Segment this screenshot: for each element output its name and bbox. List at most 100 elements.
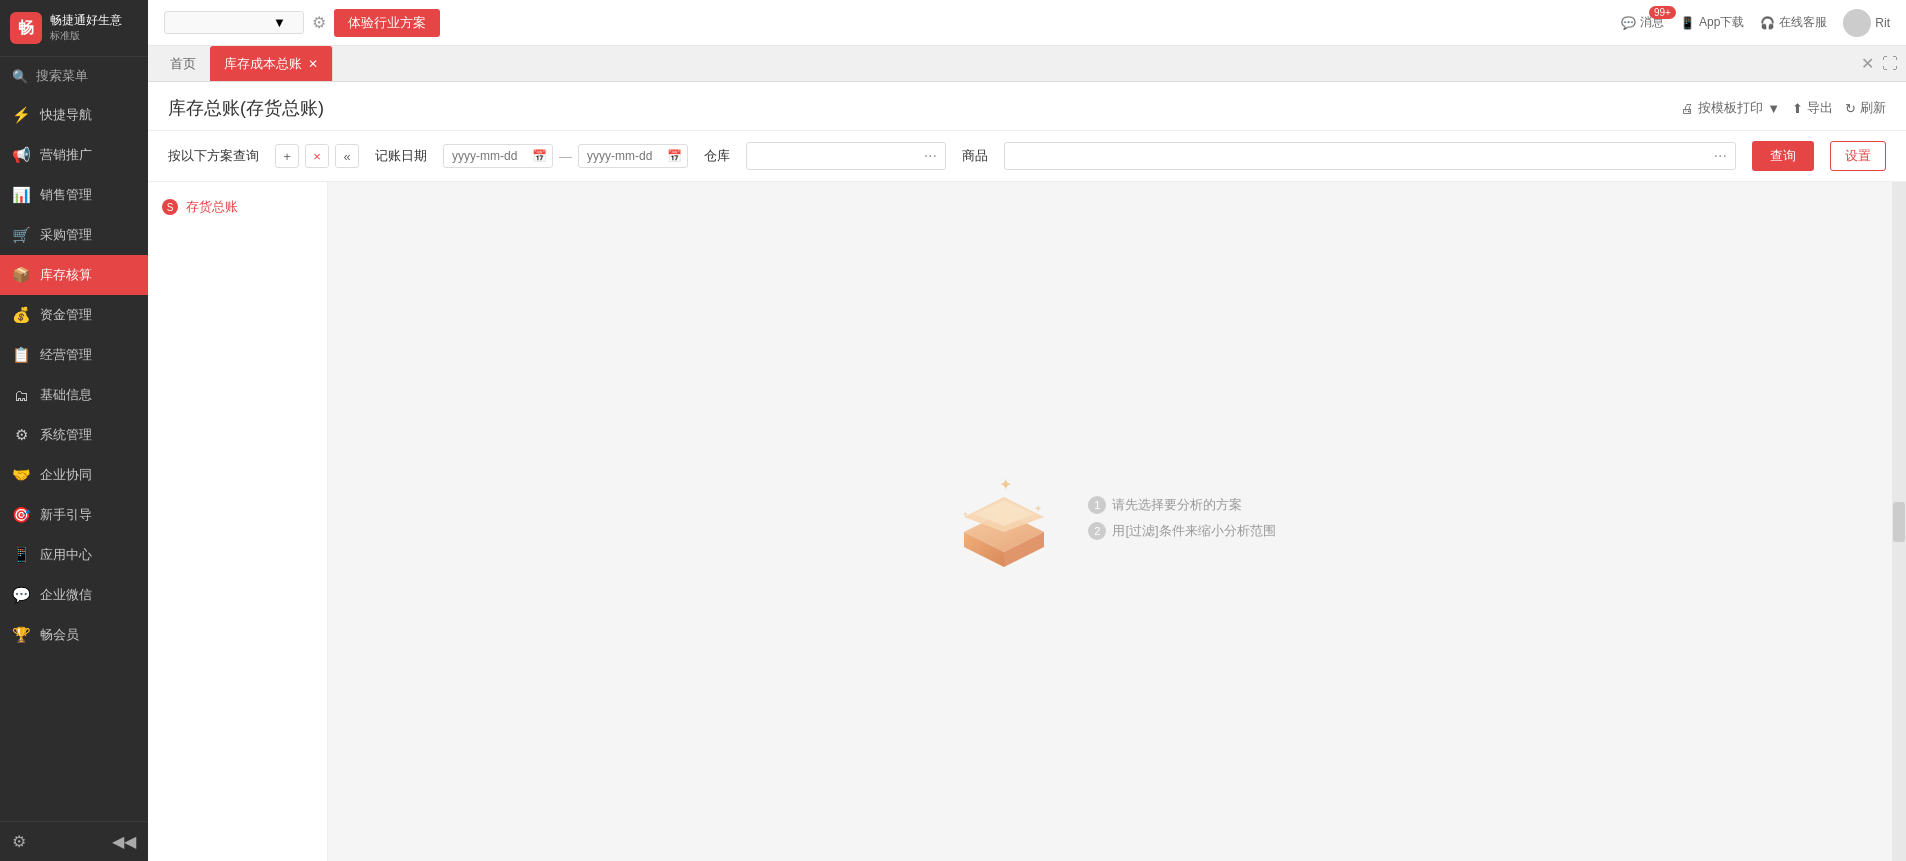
right-panel-handle[interactable] (1893, 502, 1905, 542)
date-start-input[interactable]: 📅 (443, 144, 553, 168)
user-info[interactable]: Rit (1843, 9, 1890, 37)
sidebar-item-label: 快捷导航 (40, 106, 92, 124)
print-template-btn[interactable]: 🖨 按模板打印 ▼ (1681, 99, 1780, 117)
warehouse-more-icon[interactable]: ··· (924, 147, 937, 165)
tip2-num: 2 (1088, 522, 1106, 540)
tab-close-icon[interactable]: ✕ (308, 57, 318, 71)
calendar-end-icon[interactable]: 📅 (667, 149, 682, 163)
sidebar-item-base-info[interactable]: 🗂 基础信息 (0, 375, 148, 415)
sidebar-item-label: 新手引导 (40, 506, 92, 524)
collapse-icon[interactable]: ◀◀ (112, 832, 136, 851)
date-start-field[interactable] (452, 149, 532, 163)
print-label: 按模板打印 (1698, 99, 1763, 117)
warehouse-input[interactable]: ··· (746, 142, 946, 170)
topbar-settings-icon[interactable]: ⚙ (312, 13, 326, 32)
svg-text:✦: ✦ (999, 476, 1012, 493)
product-label: 商品 (962, 147, 988, 165)
print-dropdown-icon: ▼ (1767, 101, 1780, 116)
app-logo: 畅 畅捷通好生意 标准版 (0, 0, 148, 57)
export-label: 导出 (1807, 99, 1833, 117)
settings-btn[interactable]: 设置 (1830, 141, 1886, 171)
sidebar-item-member[interactable]: 🏆 畅会员 (0, 615, 148, 655)
filter-collapse-icon[interactable]: « (335, 144, 359, 168)
svg-text:✦: ✦ (1034, 503, 1042, 514)
app-download-btn[interactable]: 📱 App下载 (1680, 14, 1744, 31)
filter-delete-icon[interactable]: × (305, 144, 329, 168)
sidebar-item-operations[interactable]: 📋 经营管理 (0, 335, 148, 375)
tab-label: 库存成本总账 (224, 55, 302, 73)
topbar: ▼ ⚙ 体验行业方案 💬 消息 99+ 📱 App下载 🎧 在线客服 Rit (148, 0, 1906, 46)
system-icon: ⚙ (12, 426, 30, 444)
export-icon: ⬆ (1792, 101, 1803, 116)
export-btn[interactable]: ⬆ 导出 (1792, 99, 1833, 117)
user-name: Rit (1875, 16, 1890, 30)
content-area: S 存货总账 (148, 182, 1906, 861)
industry-btn[interactable]: 体验行业方案 (334, 9, 440, 37)
logo-icon: 畅 (10, 12, 42, 44)
sidebar-item-label: 企业微信 (40, 586, 92, 604)
scheme-sidebar: S 存货总账 (148, 182, 328, 861)
sidebar-item-enterprise[interactable]: 🤝 企业协同 (0, 455, 148, 495)
sidebar-footer: ⚙ ◀◀ (0, 821, 148, 861)
operations-icon: 📋 (12, 346, 30, 364)
product-input[interactable]: ··· (1004, 142, 1736, 170)
right-panel (1892, 182, 1906, 861)
sidebar-nav: ⚡ 快捷导航 📢 营销推广 📊 销售管理 🛒 采购管理 📦 库存核算 💰 资金管… (0, 95, 148, 821)
product-more-icon[interactable]: ··· (1714, 147, 1727, 165)
search-menu[interactable]: 🔍 搜索菜单 (0, 57, 148, 95)
quick-nav-icon: ⚡ (12, 106, 30, 124)
date-end-field[interactable] (587, 149, 667, 163)
page-title: 库存总账(存货总账) (168, 96, 324, 120)
marketing-icon: 📢 (12, 146, 30, 164)
sidebar-item-marketing[interactable]: 📢 营销推广 (0, 135, 148, 175)
scheme-item-icon: S (162, 199, 178, 215)
date-end-input[interactable]: 📅 (578, 144, 688, 168)
topbar-close[interactable]: ✕ ⛶ (1861, 54, 1898, 73)
sidebar-item-sales[interactable]: 📊 销售管理 (0, 175, 148, 215)
tip1-num: 1 (1088, 496, 1106, 514)
wechat-icon: 💬 (12, 586, 30, 604)
topbar-right: 💬 消息 99+ 📱 App下载 🎧 在线客服 Rit (1621, 9, 1890, 37)
sidebar-item-purchase[interactable]: 🛒 采购管理 (0, 215, 148, 255)
tip1: 1 请先选择要分析的方案 (1088, 496, 1275, 514)
message-btn[interactable]: 💬 消息 99+ (1621, 14, 1664, 31)
scheme-item-inventory[interactable]: S 存货总账 (148, 190, 327, 224)
sidebar-item-guide[interactable]: 🎯 新手引导 (0, 495, 148, 535)
sidebar-item-label: 基础信息 (40, 386, 92, 404)
empty-state-content: ✦ ✦ ✦ 1 请先选择要分析的方案 2 用[过滤]条件来缩小分析范围 (944, 462, 1275, 582)
date-label: 记账日期 (375, 147, 427, 165)
empty-illustration: ✦ ✦ ✦ (944, 462, 1064, 582)
sidebar-item-system[interactable]: ⚙ 系统管理 (0, 415, 148, 455)
resize-icon[interactable]: ⛶ (1882, 55, 1898, 73)
sidebar-item-app-center[interactable]: 📱 应用中心 (0, 535, 148, 575)
online-service-btn[interactable]: 🎧 在线客服 (1760, 14, 1827, 31)
online-service-icon: 🎧 (1760, 16, 1775, 30)
sidebar-item-inventory[interactable]: 📦 库存核算 (0, 255, 148, 295)
query-btn[interactable]: 查询 (1752, 141, 1814, 171)
topbar-search-box[interactable]: ▼ (164, 11, 304, 34)
filter-add-icon[interactable]: + (275, 144, 299, 168)
calendar-start-icon[interactable]: 📅 (532, 149, 547, 163)
empty-state: ✦ ✦ ✦ 1 请先选择要分析的方案 2 用[过滤]条件来缩小分析范围 (328, 182, 1892, 861)
sidebar-item-quick-nav[interactable]: ⚡ 快捷导航 (0, 95, 148, 135)
date-input-group: 📅 — 📅 (443, 144, 688, 168)
tab-bar: 首页 库存成本总账 ✕ ✕ ⛶ (148, 46, 1906, 82)
refresh-btn[interactable]: ↻ 刷新 (1845, 99, 1886, 117)
enterprise-icon: 🤝 (12, 466, 30, 484)
sidebar-item-finance[interactable]: 💰 资金管理 (0, 295, 148, 335)
tip1-text: 请先选择要分析的方案 (1112, 496, 1242, 514)
logo-text-group: 畅捷通好生意 标准版 (50, 13, 122, 43)
topbar-search-input[interactable] (173, 16, 273, 30)
app-badge: 标准版 (50, 29, 122, 43)
sidebar-item-wechat[interactable]: 💬 企业微信 (0, 575, 148, 615)
tab-inventory-ledger[interactable]: 库存成本总账 ✕ (210, 46, 333, 81)
inventory-icon: 📦 (12, 266, 30, 284)
search-dropdown-icon: ▼ (273, 15, 286, 30)
tab-home[interactable]: 首页 (156, 49, 210, 79)
member-icon: 🏆 (12, 626, 30, 644)
app-download-icon: 📱 (1680, 16, 1695, 30)
close-icon[interactable]: ✕ (1861, 54, 1874, 73)
tip2: 2 用[过滤]条件来缩小分析范围 (1088, 522, 1275, 540)
settings-footer-icon[interactable]: ⚙ (12, 832, 26, 851)
scheme-item-label: 存货总账 (186, 198, 238, 216)
